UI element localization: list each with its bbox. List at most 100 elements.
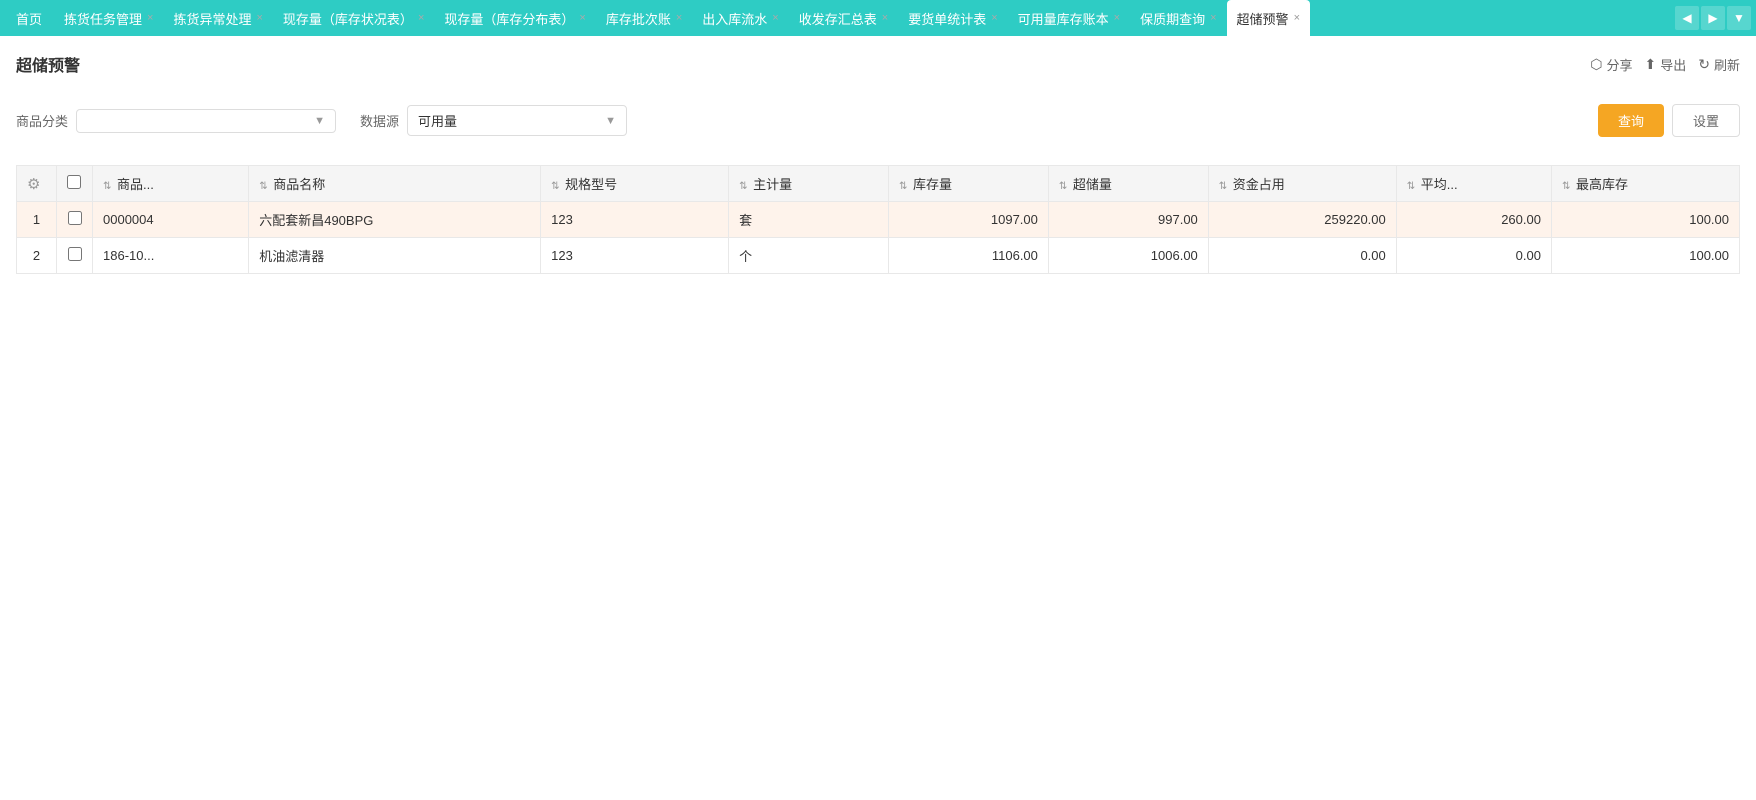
close-icon[interactable]: × <box>579 12 585 24</box>
datasource-label: 数据源 <box>360 111 399 130</box>
row-code: 186-10... <box>93 238 249 274</box>
table-body: 1 0000004 六配套新昌490BPG 123 套 1097.00 997.… <box>17 202 1740 274</box>
column-header-checkbox[interactable] <box>57 166 93 202</box>
close-icon[interactable]: × <box>882 12 888 24</box>
close-icon[interactable]: × <box>147 12 153 24</box>
export-button[interactable]: ⬆ 导出 <box>1645 55 1687 74</box>
nav-tab-label: 收发存汇总表 <box>799 9 877 28</box>
nav-tab-active[interactable]: 超储预警 × <box>1227 0 1310 36</box>
table-header-row: ⚙ ⇅ 商品... ⇅ 商品名称 ⇅ 规格型号 ⇅ <box>17 166 1740 202</box>
row-checkbox-cell[interactable] <box>57 202 93 238</box>
column-header-avg[interactable]: ⇅ 平均... <box>1396 166 1551 202</box>
filter-buttons: 查询 设置 <box>1598 104 1740 137</box>
close-icon[interactable]: × <box>991 12 997 24</box>
nav-tab-6[interactable]: 出入库流水 × <box>692 0 788 36</box>
table-row: 1 0000004 六配套新昌490BPG 123 套 1097.00 997.… <box>17 202 1740 238</box>
nav-arrows: ◀ ▶ ▼ <box>1674 6 1752 30</box>
row-avg: 260.00 <box>1396 202 1551 238</box>
category-label: 商品分类 <box>16 111 68 130</box>
query-button[interactable]: 查询 <box>1598 104 1664 137</box>
column-header-capital[interactable]: ⇅ 资金占用 <box>1208 166 1396 202</box>
close-icon[interactable]: × <box>418 12 424 24</box>
close-icon[interactable]: × <box>1210 12 1216 24</box>
category-select[interactable]: ▼ <box>76 109 336 133</box>
nav-tab-2[interactable]: 拣货异常处理 × <box>163 0 272 36</box>
row-checkbox[interactable] <box>68 247 82 261</box>
column-header-overflow[interactable]: ⇅ 超储量 <box>1048 166 1208 202</box>
datasource-select-value: 可用量 <box>418 111 457 130</box>
row-spec: 123 <box>541 238 729 274</box>
share-button[interactable]: ⬡ 分享 <box>1590 55 1632 74</box>
nav-tab-8[interactable]: 要货单统计表 × <box>898 0 1007 36</box>
share-label: 分享 <box>1606 55 1632 74</box>
top-navigation: 首页 拣货任务管理 × 拣货异常处理 × 现存量（库存状况表） × 现存量（库存… <box>0 0 1756 36</box>
page-container: 超储预警 ⬡ 分享 ⬆ 导出 ↻ 刷新 商品分类 ▼ 数据源 <box>0 36 1756 800</box>
filter-area: 商品分类 ▼ 数据源 可用量 ▼ 查询 设置 <box>16 92 1740 149</box>
close-icon[interactable]: × <box>1114 12 1120 24</box>
nav-tab-10[interactable]: 保质期查询 × <box>1130 0 1226 36</box>
column-header-name-label: 商品名称 <box>273 177 325 192</box>
row-stock: 1097.00 <box>889 202 1049 238</box>
nav-tab-9[interactable]: 可用量库存账本 × <box>1008 0 1130 36</box>
close-icon[interactable]: × <box>676 12 682 24</box>
row-max-stock: 100.00 <box>1551 238 1739 274</box>
sort-icon: ⇅ <box>103 181 111 192</box>
nav-tab-4[interactable]: 现存量（库存分布表） × <box>434 0 595 36</box>
column-header-stock[interactable]: ⇅ 库存量 <box>889 166 1049 202</box>
nav-tab-label: 保质期查询 <box>1140 9 1205 28</box>
sort-icon-5: ⇅ <box>899 181 907 192</box>
export-icon: ⬆ <box>1645 56 1657 73</box>
sort-icon-2: ⇅ <box>259 181 267 192</box>
sort-icon-8: ⇅ <box>1407 181 1415 192</box>
column-header-capital-label: 资金占用 <box>1233 177 1285 192</box>
refresh-button[interactable]: ↻ 刷新 <box>1698 55 1740 74</box>
column-header-overflow-label: 超储量 <box>1073 177 1112 192</box>
export-label: 导出 <box>1660 55 1686 74</box>
nav-tab-3[interactable]: 现存量（库存状况表） × <box>273 0 434 36</box>
row-overflow: 997.00 <box>1048 202 1208 238</box>
nav-next-button[interactable]: ▶ <box>1701 6 1725 30</box>
nav-tab-label: 出入库流水 <box>702 9 767 28</box>
gear-icon[interactable]: ⚙ <box>27 176 40 193</box>
column-header-code[interactable]: ⇅ 商品... <box>93 166 249 202</box>
page-header: 超储预警 ⬡ 分享 ⬆ 导出 ↻ 刷新 <box>16 52 1740 76</box>
column-header-unit-label: 主计量 <box>753 177 792 192</box>
nav-tab-label: 库存批次账 <box>606 9 671 28</box>
share-icon: ⬡ <box>1590 56 1602 73</box>
chevron-down-icon: ▼ <box>314 115 325 127</box>
close-icon[interactable]: × <box>256 12 262 24</box>
nav-tab-5[interactable]: 库存批次账 × <box>596 0 692 36</box>
close-icon-active[interactable]: × <box>1294 12 1300 24</box>
nav-tab-label: 拣货任务管理 <box>64 9 142 28</box>
datasource-filter: 数据源 可用量 ▼ <box>360 105 627 136</box>
row-spec: 123 <box>541 202 729 238</box>
datasource-select[interactable]: 可用量 ▼ <box>407 105 627 136</box>
column-header-name[interactable]: ⇅ 商品名称 <box>249 166 541 202</box>
nav-prev-button[interactable]: ◀ <box>1675 6 1699 30</box>
row-capital: 259220.00 <box>1208 202 1396 238</box>
nav-home[interactable]: 首页 <box>4 9 54 28</box>
column-header-spec-label: 规格型号 <box>565 177 617 192</box>
settings-button[interactable]: 设置 <box>1672 104 1740 137</box>
select-all-checkbox[interactable] <box>67 175 81 189</box>
nav-tab-7[interactable]: 收发存汇总表 × <box>789 0 898 36</box>
row-name: 机油滤清器 <box>249 238 541 274</box>
column-header-unit[interactable]: ⇅ 主计量 <box>729 166 889 202</box>
row-avg: 0.00 <box>1396 238 1551 274</box>
row-name: 六配套新昌490BPG <box>249 202 541 238</box>
nav-tab-1[interactable]: 拣货任务管理 × <box>54 0 163 36</box>
sort-icon-3: ⇅ <box>551 181 559 192</box>
close-icon[interactable]: × <box>772 12 778 24</box>
column-header-max-stock[interactable]: ⇅ 最高库存 <box>1551 166 1739 202</box>
category-filter: 商品分类 ▼ <box>16 109 336 133</box>
nav-tab-label: 拣货异常处理 <box>173 9 251 28</box>
row-checkbox[interactable] <box>68 211 82 225</box>
nav-more-button[interactable]: ▼ <box>1727 6 1751 30</box>
sort-icon-4: ⇅ <box>739 181 747 192</box>
column-header-avg-label: 平均... <box>1421 177 1458 192</box>
row-checkbox-cell[interactable] <box>57 238 93 274</box>
chevron-down-icon-2: ▼ <box>605 115 616 127</box>
column-header-spec[interactable]: ⇅ 规格型号 <box>541 166 729 202</box>
sort-icon-7: ⇅ <box>1219 181 1227 192</box>
row-num: 2 <box>17 238 57 274</box>
